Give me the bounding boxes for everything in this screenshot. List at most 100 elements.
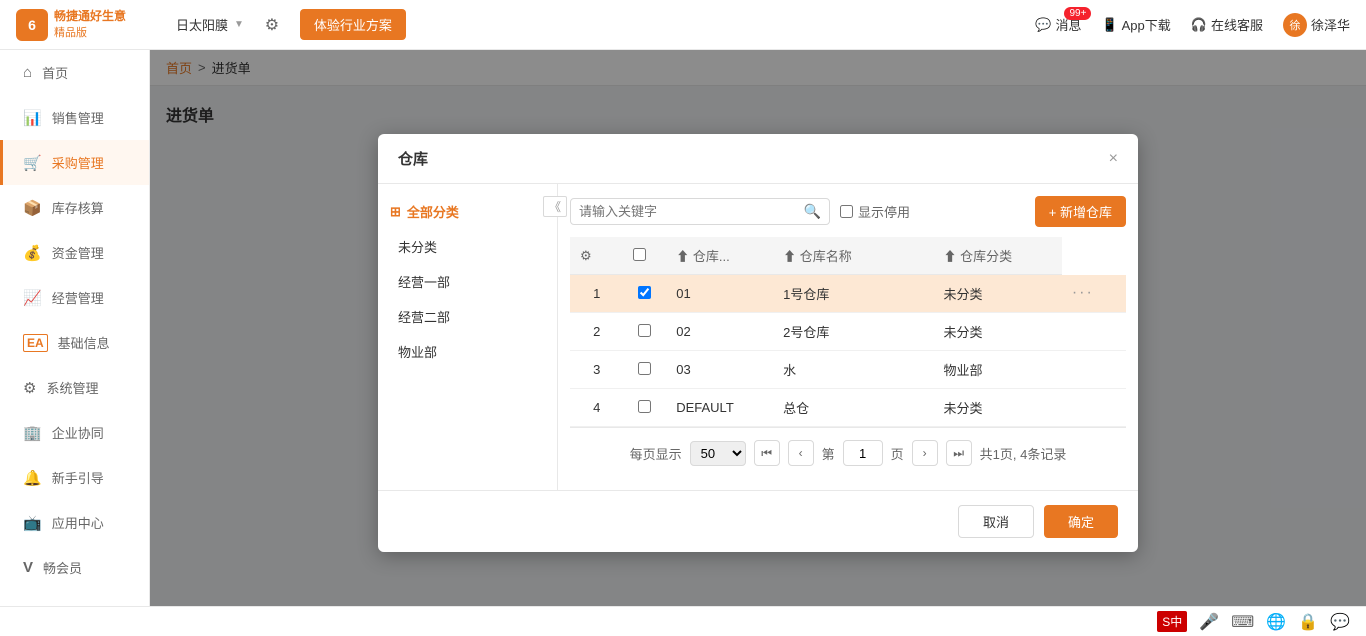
pagination-bar: 每页显示 50 100 200 ⏮ ‹ 第 页 › — [570, 427, 1126, 478]
sou-icon[interactable]: S中 — [1157, 611, 1187, 632]
row-checkbox-cell[interactable] — [623, 313, 666, 351]
per-page-label: 每页显示 — [630, 444, 682, 463]
sidebar-item-label: 企业协同 — [52, 423, 104, 442]
row-checkbox-cell[interactable] — [623, 351, 666, 389]
page-size-select[interactable]: 50 100 200 — [690, 441, 746, 466]
sidebar-item-label: 基础信息 — [58, 333, 110, 352]
page-input[interactable] — [843, 440, 883, 466]
avatar: 徐 — [1283, 13, 1307, 37]
trial-button[interactable]: 体验行业方案 — [300, 9, 406, 40]
top-header: 6 畅捷通好生意 精品版 日太阳膜 ▼ ⚙ 体验行业方案 💬 消息 99+ 📱 … — [0, 0, 1366, 50]
app-center-icon: 📺 — [23, 514, 42, 532]
content-area: 首页 > 进货单 进货单 仓库 × — [150, 50, 1366, 636]
sidebar-item-home[interactable]: ⌂ 首页 — [0, 50, 149, 95]
store-selector[interactable]: 日太阳膜 ▼ — [176, 15, 244, 34]
row-num: 4 — [570, 389, 623, 427]
online-service-item[interactable]: 🎧 在线客服 — [1191, 15, 1263, 34]
show-disabled-wrap: 显示停用 — [840, 202, 910, 221]
search-icon[interactable]: 🔍 — [804, 203, 821, 220]
sidebar-item-label: 系统管理 — [46, 378, 98, 397]
user-item[interactable]: 徐 徐泽华 — [1283, 13, 1350, 37]
sidebar-item-app-center[interactable]: 📺 应用中心 — [0, 500, 149, 545]
sidebar-item-sales[interactable]: 📊 销售管理 — [0, 95, 149, 140]
sort-icon: ⬆ — [783, 249, 796, 264]
row-checkbox[interactable] — [638, 286, 651, 299]
col-header-name: ⬆ 仓库名称 — [773, 237, 933, 275]
row-category: 未分类 — [934, 275, 1062, 313]
col-header-category: ⬆ 仓库分类 — [934, 237, 1062, 275]
messages-item[interactable]: 💬 消息 99+ — [1035, 15, 1081, 34]
sidebar-item-label: 畅会员 — [43, 558, 82, 577]
prev-page-button[interactable]: ‹ — [788, 440, 814, 466]
modal-close-button[interactable]: × — [1109, 150, 1118, 168]
messages-badge: 99+ — [1064, 7, 1091, 20]
sidebar-item-enterprise[interactable]: 🏢 企业协同 — [0, 410, 149, 455]
sidebar-item-purchase[interactable]: 🛒 采购管理 — [0, 140, 149, 185]
row-num: 2 — [570, 313, 623, 351]
row-checkbox[interactable] — [638, 362, 651, 375]
table-row[interactable]: 2 02 2号仓库 未分类 — [570, 313, 1126, 351]
category-item-unclassified[interactable]: 未分类 — [378, 229, 557, 264]
row-code: DEFAULT — [666, 389, 773, 427]
row-actions-icon[interactable]: ··· — [1072, 284, 1094, 301]
sidebar-item-label: 销售管理 — [52, 108, 104, 127]
category-item-property[interactable]: 物业部 — [378, 334, 557, 369]
collapse-button[interactable]: 《 — [543, 196, 567, 217]
keyboard-icon[interactable]: ⌨ — [1231, 612, 1254, 632]
row-num: 1 — [570, 275, 623, 313]
sidebar-item-label: 应用中心 — [52, 513, 104, 532]
category-header[interactable]: ⊞ 全部分类 — [378, 194, 557, 229]
chat-icon[interactable]: 💬 — [1330, 612, 1350, 632]
last-page-button[interactable]: ⏭ — [946, 440, 972, 466]
category-item-ops1[interactable]: 经营一部 — [378, 264, 557, 299]
settings-button[interactable]: ⚙ — [256, 9, 288, 41]
system-icon: ⚙ — [23, 379, 36, 397]
row-actions-cell[interactable] — [1062, 313, 1126, 351]
logo-icon: 6 — [16, 9, 48, 41]
table-head: ⚙ ⬆ 仓库... — [570, 237, 1126, 275]
row-actions-cell[interactable] — [1062, 389, 1126, 427]
cancel-button[interactable]: 取消 — [958, 505, 1034, 538]
sidebar-item-label: 首页 — [42, 63, 68, 82]
table-row[interactable]: 3 03 水 物业部 — [570, 351, 1126, 389]
warehouse-modal: 仓库 × ⊞ 全部分类 《 未分类 — [378, 134, 1138, 552]
first-page-button[interactable]: ⏮ — [754, 440, 780, 466]
sidebar-item-system[interactable]: ⚙ 系统管理 — [0, 365, 149, 410]
show-disabled-checkbox[interactable] — [840, 205, 853, 218]
select-all-checkbox[interactable] — [633, 248, 646, 261]
lock-icon[interactable]: 🔒 — [1298, 612, 1318, 632]
sidebar-item-guide[interactable]: 🔔 新手引导 — [0, 455, 149, 500]
row-name: 水 — [773, 351, 933, 389]
category-panel: ⊞ 全部分类 《 未分类 经营一部 经营二部 物业部 — [378, 184, 558, 490]
row-checkbox[interactable] — [638, 324, 651, 337]
add-warehouse-button[interactable]: + 新增仓库 — [1035, 196, 1126, 227]
sort-icon: ⬆ — [676, 249, 689, 264]
sidebar-item-operations[interactable]: 📈 经营管理 — [0, 275, 149, 320]
row-category: 物业部 — [934, 351, 1062, 389]
row-checkbox-cell[interactable] — [623, 389, 666, 427]
row-actions-cell[interactable] — [1062, 351, 1126, 389]
globe-icon[interactable]: 🌐 — [1266, 612, 1286, 632]
category-item-ops2[interactable]: 经营二部 — [378, 299, 557, 334]
row-checkbox[interactable] — [638, 400, 651, 413]
gear-icon[interactable]: ⚙ — [580, 248, 592, 263]
row-actions-cell[interactable]: ··· — [1062, 275, 1126, 313]
search-input[interactable] — [579, 204, 804, 219]
next-page-button[interactable]: › — [912, 440, 938, 466]
modal-body: ⊞ 全部分类 《 未分类 经营一部 经营二部 物业部 — [378, 184, 1138, 490]
sidebar-item-finance[interactable]: 💰 资金管理 — [0, 230, 149, 275]
sidebar-item-vip[interactable]: V 畅会员 — [0, 545, 149, 590]
row-checkbox-cell[interactable] — [623, 275, 666, 313]
store-dropdown-icon: ▼ — [234, 19, 244, 30]
table-row[interactable]: 4 DEFAULT 总仓 未分类 — [570, 389, 1126, 427]
logo-text: 畅捷通好生意 精品版 — [54, 9, 126, 41]
row-name: 总仓 — [773, 389, 933, 427]
row-code: 02 — [666, 313, 773, 351]
sidebar-item-inventory[interactable]: 📦 库存核算 — [0, 185, 149, 230]
app-download-item[interactable]: 📱 App下载 — [1101, 15, 1170, 34]
sidebar-item-basic-info[interactable]: EA 基础信息 — [0, 320, 149, 365]
table-row[interactable]: 1 01 1号仓库 未分类 ··· — [570, 275, 1126, 313]
finance-icon: 💰 — [23, 244, 42, 262]
confirm-button[interactable]: 确定 — [1044, 505, 1118, 538]
mic-icon[interactable]: 🎤 — [1199, 612, 1219, 632]
